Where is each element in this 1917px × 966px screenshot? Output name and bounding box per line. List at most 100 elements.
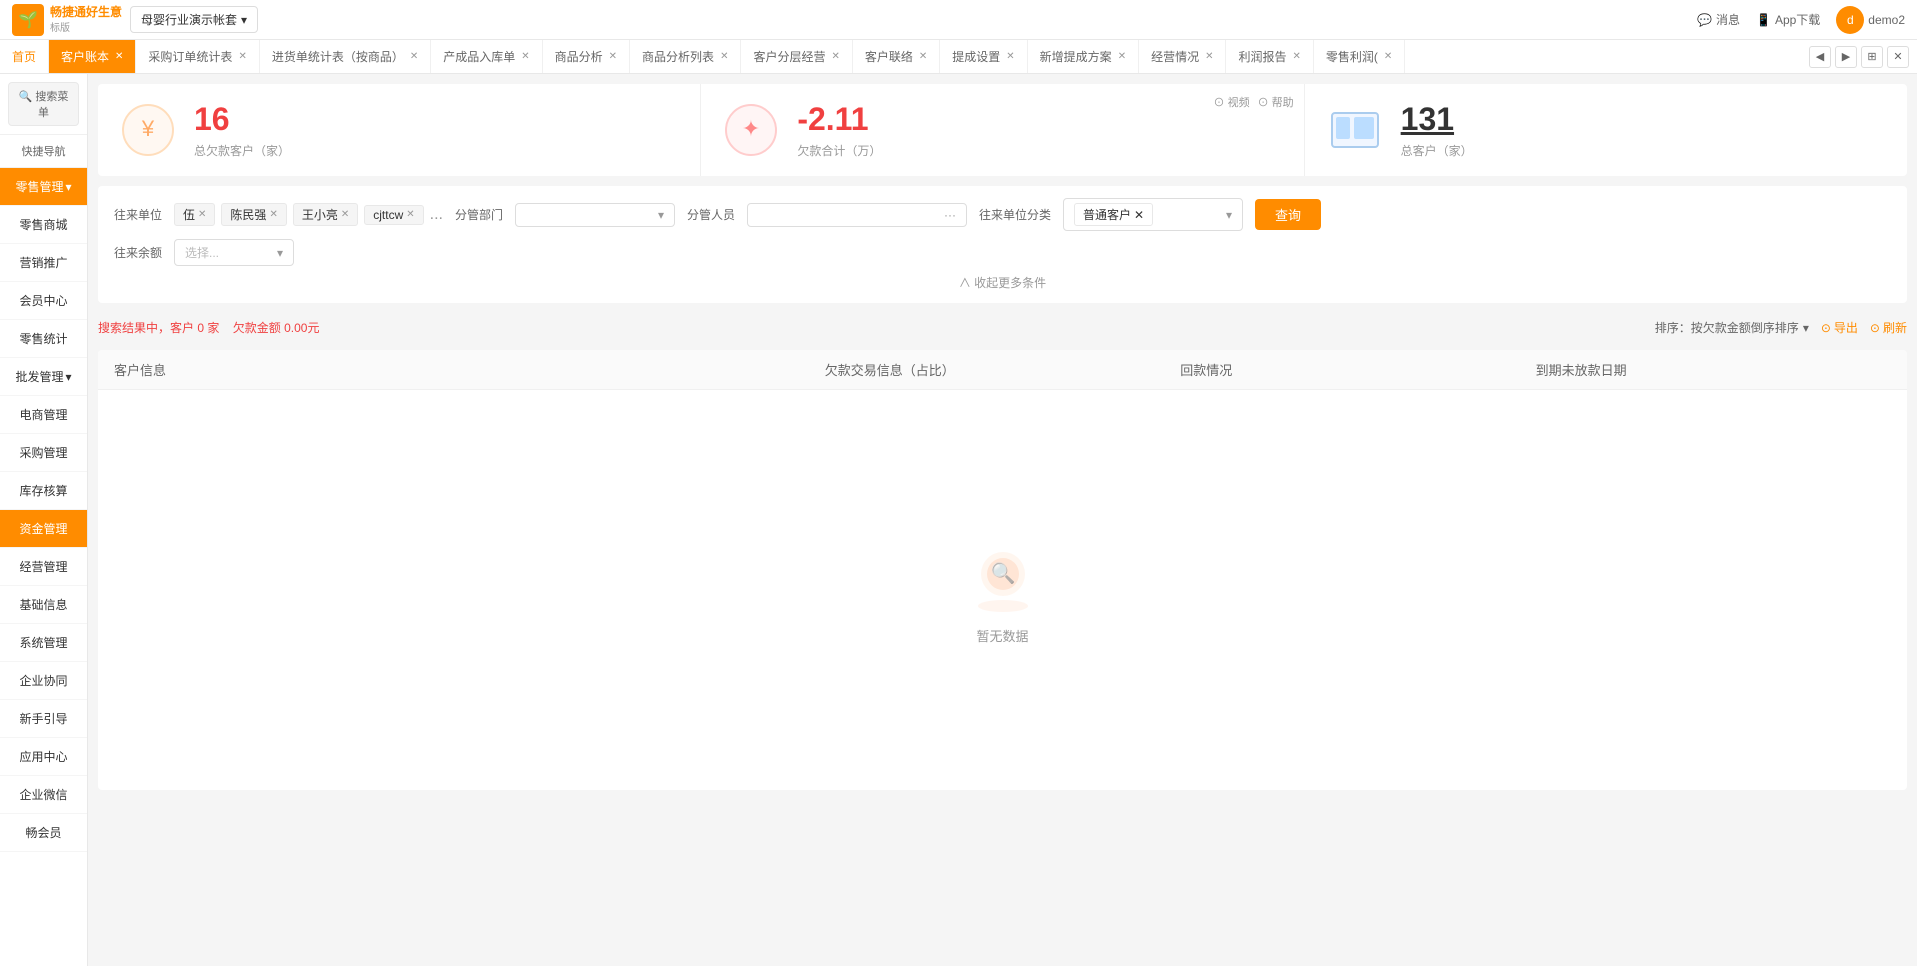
sidebar-item-purchase-mgmt[interactable]: 采购管理 <box>0 434 87 472</box>
doc-help-button[interactable]: ⊙ 帮助 <box>1258 94 1294 110</box>
tab-new-improve[interactable]: 新增提成方案 ✕ <box>1028 40 1139 73</box>
stat-value-debt-total: -2.11 <box>797 101 881 138</box>
chevron-down-icon: ▾ <box>65 370 71 384</box>
sidebar-item-member-center[interactable]: 会员中心 <box>0 282 87 320</box>
unit-tag-1: 伍 ✕ <box>174 203 215 226</box>
col-overdue-date: 到期未放款日期 <box>1536 360 1891 379</box>
data-table: 客户信息 欠款交易信息（占比） 回款情况 到期未放款日期 🔍 暂无数据 <box>98 350 1907 790</box>
video-help-button[interactable]: ⊙ 视频 <box>1214 94 1250 110</box>
refresh-button[interactable]: ⊙ 刷新 <box>1870 319 1907 336</box>
sidebar-item-basic-info[interactable]: 基础信息 <box>0 586 87 624</box>
close-tab-icon[interactable]: ✕ <box>410 51 418 62</box>
sidebar-item-marketing[interactable]: 营销推广 <box>0 244 87 282</box>
tab-product-inbound[interactable]: 产成品入库单 ✕ <box>431 40 542 73</box>
sidebar-item-finance[interactable]: 资金管理 <box>0 510 87 548</box>
search-icon: 🔍 <box>19 91 33 103</box>
balance-filter-label: 往来余额 <box>114 244 162 261</box>
unit-tag-1-close[interactable]: ✕ <box>198 209 206 220</box>
stat-help: ⊙ 视频 ⊙ 帮助 <box>1214 94 1294 110</box>
tab-purchase-order[interactable]: 采购订单统计表 ✕ <box>136 40 259 73</box>
download-icon: 📱 <box>1756 13 1771 27</box>
tab-retail-profit[interactable]: 零售利润( ✕ <box>1314 40 1405 73</box>
close-tab-icon[interactable]: ✕ <box>609 51 617 62</box>
sidebar-item-inventory[interactable]: 库存核算 <box>0 472 87 510</box>
top-bar-right: 💬 消息 📱 App下载 d demo2 <box>1697 6 1905 34</box>
chevron-down-icon: ▾ <box>65 180 71 194</box>
tab-customer-account[interactable]: 客户账本 ✕ <box>49 40 136 73</box>
person-filter-select[interactable]: ··· <box>747 203 967 227</box>
tab-improve-settings[interactable]: 提成设置 ✕ <box>940 40 1027 73</box>
balance-filter-select[interactable]: 选择... ▾ <box>174 239 294 266</box>
sidebar-item-newbie[interactable]: 新手引导 <box>0 700 87 738</box>
tab-customer-segment[interactable]: 客户分层经营 ✕ <box>741 40 852 73</box>
svg-text:¥: ¥ <box>141 116 155 141</box>
sidebar-item-retail-mgmt[interactable]: 零售管理 ▾ <box>0 168 87 206</box>
close-tab-icon[interactable]: ✕ <box>1006 51 1014 62</box>
debt-total-icon: ✦ <box>721 100 781 160</box>
dept-filter-select[interactable]: ▾ <box>515 203 675 227</box>
unit-tags-more[interactable]: ... <box>430 207 443 223</box>
tab-home[interactable]: 首页 <box>0 40 49 73</box>
unit-tag-2: 陈民强 ✕ <box>221 203 286 226</box>
unit-tag-3-close[interactable]: ✕ <box>341 209 349 220</box>
category-tag-1-close[interactable]: ✕ <box>1134 208 1144 222</box>
store-selector[interactable]: 母婴行业演示帐套 ▾ <box>130 6 258 33</box>
close-tab-icon[interactable]: ✕ <box>720 51 728 62</box>
sidebar-item-app-center[interactable]: 应用中心 <box>0 738 87 776</box>
filter-collapse-button[interactable]: ∧ 收起更多条件 <box>114 274 1891 291</box>
sidebar-item-retail-mall[interactable]: 零售商城 <box>0 206 87 244</box>
sidebar-item-retail-stats[interactable]: 零售统计 <box>0 320 87 358</box>
tab-purchase-stat[interactable]: 进货单统计表（按商品） ✕ <box>260 40 431 73</box>
close-tab-icon[interactable]: ✕ <box>1384 51 1392 62</box>
empty-state: 🔍 暂无数据 <box>963 536 1043 645</box>
close-tab-icon[interactable]: ✕ <box>1293 51 1301 62</box>
tab-product-analysis-list[interactable]: 商品分析列表 ✕ <box>630 40 741 73</box>
chevron-down-icon: ▾ <box>658 208 664 222</box>
unit-tag-4-close[interactable]: ✕ <box>406 209 414 220</box>
close-tab-icon[interactable]: ✕ <box>1118 51 1126 62</box>
close-tab-icon[interactable]: ✕ <box>521 51 529 62</box>
search-menu-button[interactable]: 🔍 搜索菜单 <box>8 82 79 126</box>
total-customers-icon <box>1325 100 1385 160</box>
close-tab-icon[interactable]: ✕ <box>1205 51 1213 62</box>
category-filter-select[interactable]: 普通客户 ✕ ▾ <box>1063 198 1243 231</box>
message-icon: 💬 <box>1697 13 1712 27</box>
stat-card-debt-customers: ¥ 16 总欠款客户（家） <box>98 84 701 176</box>
sidebar-quick-nav[interactable]: 快捷导航 <box>0 135 87 168</box>
close-tab-icon[interactable]: ✕ <box>238 51 246 62</box>
tab-business-report[interactable]: 经营情况 ✕ <box>1139 40 1226 73</box>
sidebar-item-operation[interactable]: 经营管理 <box>0 548 87 586</box>
tab-product-analysis[interactable]: 商品分析 ✕ <box>543 40 630 73</box>
unit-tag-2-close[interactable]: ✕ <box>269 209 277 220</box>
table-body: 🔍 暂无数据 <box>98 390 1907 790</box>
main-layout: 🔍 搜索菜单 快捷导航 零售管理 ▾ 零售商城 营销推广 会员中心 零售统计 批… <box>0 74 1917 966</box>
debt-customers-icon: ¥ <box>118 100 178 160</box>
sidebar-item-system[interactable]: 系统管理 <box>0 624 87 662</box>
nav-next-button[interactable]: ▶ <box>1835 46 1857 68</box>
close-tab-icon[interactable]: ✕ <box>919 51 927 62</box>
nav-close-all-button[interactable]: ✕ <box>1887 46 1909 68</box>
export-button[interactable]: ⊙ 导出 <box>1821 319 1858 336</box>
tab-profit-report[interactable]: 利润报告 ✕ <box>1226 40 1313 73</box>
close-tab-icon[interactable]: ✕ <box>831 51 839 62</box>
user-profile[interactable]: d demo2 <box>1836 6 1905 34</box>
close-tab-icon[interactable]: ✕ <box>115 51 123 62</box>
sidebar-item-ecommerce[interactable]: 电商管理 <box>0 396 87 434</box>
unit-tag-4: cjttcw ✕ <box>364 205 423 225</box>
sidebar-item-wholesale-mgmt[interactable]: 批发管理 ▾ <box>0 358 87 396</box>
chevron-down-icon: ▾ <box>1226 208 1232 222</box>
tab-customer-contact[interactable]: 客户联络 ✕ <box>853 40 940 73</box>
sidebar-item-enterprise-wechat[interactable]: 企业微信 <box>0 776 87 814</box>
sidebar-item-member[interactable]: 畅会员 <box>0 814 87 852</box>
app-download-button[interactable]: 📱 App下载 <box>1756 11 1820 28</box>
filter-area: 往来单位 伍 ✕ 陈民强 ✕ 王小亮 ✕ cjttcw <box>98 186 1907 303</box>
sidebar-item-enterprise-coop[interactable]: 企业协同 <box>0 662 87 700</box>
nav-expand-button[interactable]: ⊞ <box>1861 46 1883 68</box>
query-button[interactable]: 查询 <box>1255 199 1321 230</box>
nav-prev-button[interactable]: ◀ <box>1809 46 1831 68</box>
stat-label-debt-total: 欠款合计（万） <box>797 142 881 159</box>
stat-info-debt-customers: 16 总欠款客户（家） <box>194 101 290 159</box>
category-tag-1: 普通客户 ✕ <box>1074 203 1153 226</box>
message-button[interactable]: 💬 消息 <box>1697 11 1740 28</box>
sort-button[interactable]: 排序：按欠款金额倒序排序 ▾ <box>1655 319 1809 336</box>
